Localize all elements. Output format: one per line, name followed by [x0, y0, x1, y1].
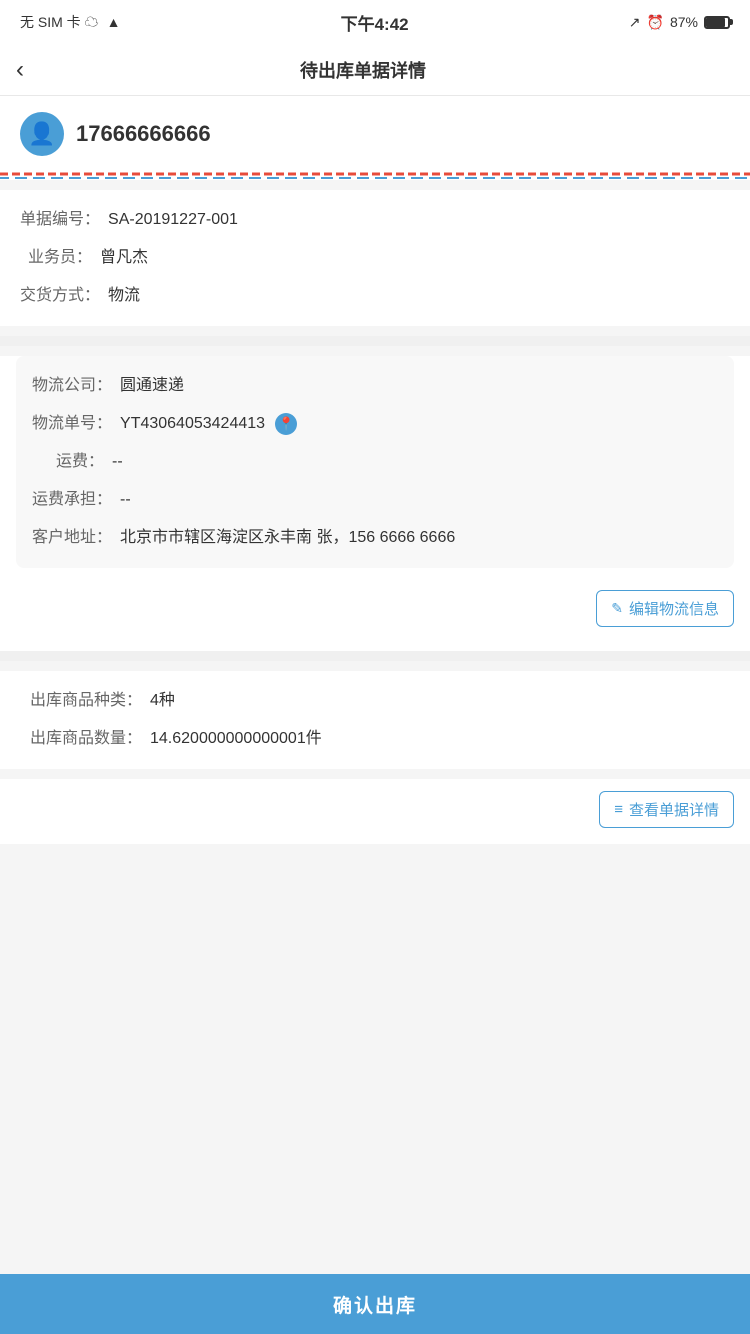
user-phone: 17666666666: [76, 121, 211, 147]
freight-bear-label: 运费承担：: [32, 488, 120, 512]
user-header: 👤 17666666666: [0, 96, 750, 172]
no-sim-text: 无 SIM 卡 ☁: [20, 12, 99, 32]
avatar: 👤: [20, 112, 64, 156]
basic-info-section: 单据编号： SA-20191227-001 业务员： 曾凡杰 交货方式： 物流: [0, 190, 750, 326]
logistics-card: 物流公司： 圆通速递 物流单号： YT43064053424413 📍 运费： …: [16, 356, 734, 568]
edit-logistics-button[interactable]: ✎ 编辑物流信息: [596, 590, 734, 627]
goods-types-row: 出库商品种类： 4种: [20, 689, 730, 713]
tracking-location-icon[interactable]: 📍: [275, 413, 297, 435]
freight-label: 运费：: [32, 450, 112, 474]
goods-quantity-row: 出库商品数量： 14.620000000000001件: [20, 727, 730, 751]
doc-number-row: 单据编号： SA-20191227-001: [20, 208, 730, 232]
goods-quantity-label: 出库商品数量：: [20, 727, 150, 751]
doc-number-value: SA-20191227-001: [108, 208, 730, 232]
freight-bear-value: --: [120, 488, 718, 512]
salesperson-value: 曾凡杰: [100, 246, 730, 270]
logistics-section: 物流公司： 圆通速递 物流单号： YT43064053424413 📍 运费： …: [0, 356, 750, 651]
tracking-no-text: YT43064053424413: [120, 412, 265, 436]
status-right: ↗ ⏰ 87%: [629, 14, 730, 31]
salesperson-row: 业务员： 曾凡杰: [20, 246, 730, 270]
wifi-icon: ▲: [107, 14, 121, 30]
location-status-icon: ↗: [629, 14, 641, 31]
nav-bar: ‹ 待出库单据详情: [0, 44, 750, 96]
edit-logistics-label: 编辑物流信息: [629, 598, 719, 619]
edit-logistics-btn-row: ✎ 编辑物流信息: [0, 578, 750, 643]
delivery-method-value: 物流: [108, 284, 730, 308]
alarm-icon: ⏰: [647, 14, 664, 31]
logistics-company-row: 物流公司： 圆通速递: [32, 374, 718, 398]
dashed-divider: [0, 172, 750, 180]
confirm-button[interactable]: 确认出库: [0, 1274, 750, 1334]
view-doc-icon: ≡: [614, 801, 623, 818]
salesperson-label: 业务员：: [20, 246, 100, 270]
logistics-company-label: 物流公司：: [32, 374, 120, 398]
address-label: 客户地址：: [32, 526, 120, 550]
tracking-no-label: 物流单号：: [32, 412, 120, 436]
delivery-method-row: 交货方式： 物流: [20, 284, 730, 308]
status-bar: 无 SIM 卡 ☁ ▲ 下午4:42 ↗ ⏰ 87%: [0, 0, 750, 44]
view-doc-label: 查看单据详情: [629, 799, 719, 820]
address-value: 北京市市辖区海淀区永丰南 张，156 6666 6666: [120, 526, 718, 550]
tracking-no-row: 物流单号： YT43064053424413 📍: [32, 412, 718, 436]
confirm-label: 确认出库: [333, 1291, 417, 1318]
view-doc-btn-row: ≡ 查看单据详情: [0, 779, 750, 844]
view-doc-button[interactable]: ≡ 查看单据详情: [599, 791, 734, 828]
goods-types-label: 出库商品种类：: [20, 689, 150, 713]
separator-1: [0, 336, 750, 346]
tracking-no-value: YT43064053424413 📍: [120, 412, 718, 436]
bottom-spacer: [0, 844, 750, 924]
delivery-method-label: 交货方式：: [20, 284, 108, 308]
edit-icon: ✎: [611, 600, 623, 617]
freight-bear-row: 运费承担： --: [32, 488, 718, 512]
battery-percent: 87%: [670, 14, 698, 30]
battery-icon: [704, 16, 730, 29]
separator-2: [0, 651, 750, 661]
status-left: 无 SIM 卡 ☁ ▲: [20, 12, 120, 32]
status-time: 下午4:42: [341, 10, 409, 35]
goods-types-value: 4种: [150, 689, 730, 713]
doc-number-label: 单据编号：: [20, 208, 108, 232]
goods-section: 出库商品种类： 4种 出库商品数量： 14.620000000000001件: [0, 671, 750, 769]
freight-value: --: [112, 450, 718, 474]
address-row: 客户地址： 北京市市辖区海淀区永丰南 张，156 6666 6666: [32, 526, 718, 550]
avatar-icon: 👤: [28, 121, 55, 147]
logistics-company-value: 圆通速递: [120, 374, 718, 398]
goods-quantity-value: 14.620000000000001件: [150, 727, 730, 751]
freight-row: 运费： --: [32, 450, 718, 474]
back-button[interactable]: ‹: [16, 52, 32, 88]
page-title: 待出库单据详情: [32, 57, 694, 83]
